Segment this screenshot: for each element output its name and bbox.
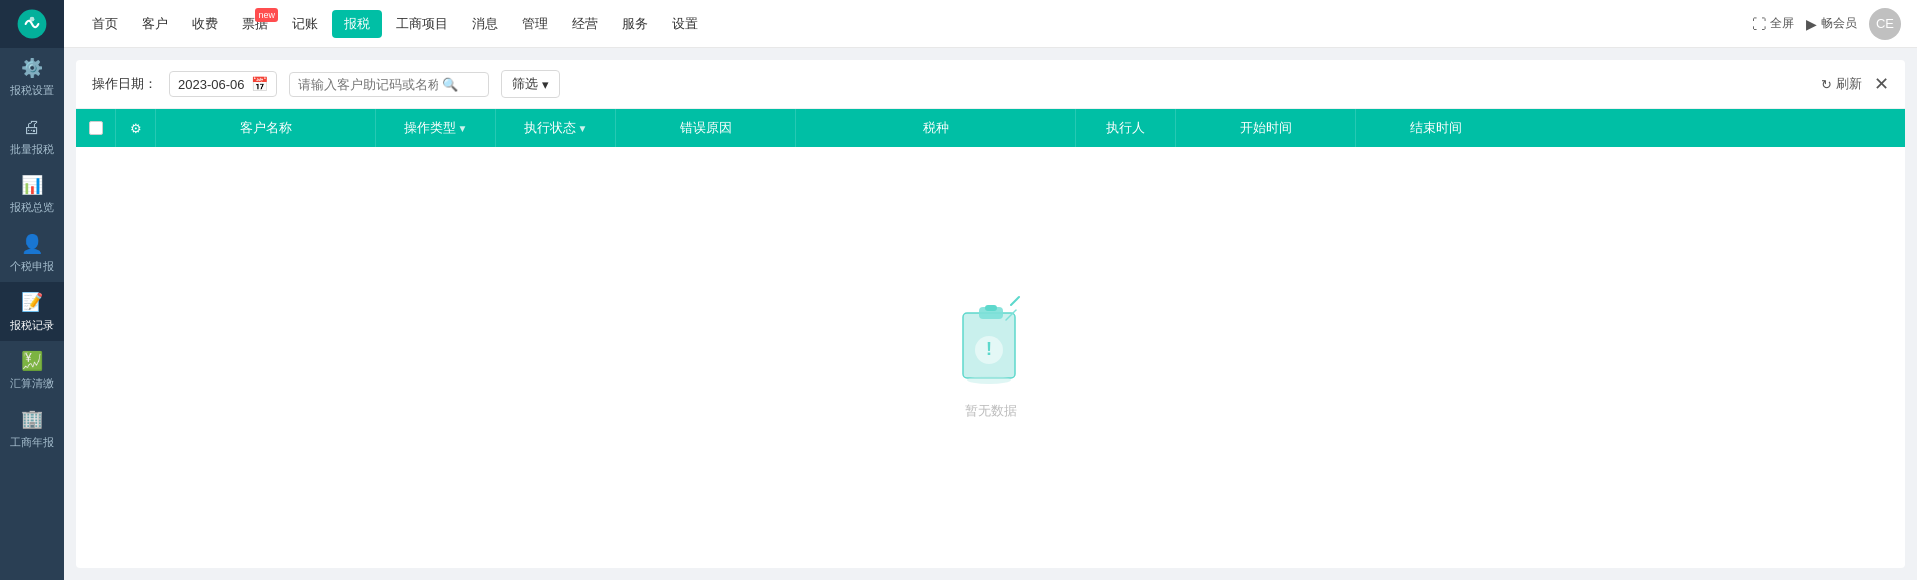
main-panel: 操作日期： 2023-06-06 📅 🔍 筛选 ▾ ↻ 刷新: [76, 60, 1905, 568]
record-icon: 📝: [21, 290, 43, 315]
nav-jizhang[interactable]: 记账: [280, 0, 330, 48]
sidebar-item-label: 汇算清缴: [10, 376, 54, 391]
refresh-icon: ↻: [1821, 77, 1832, 92]
fullscreen-icon: ⛶: [1752, 16, 1766, 32]
sidebar-item-baoshui-shezhi[interactable]: ⚙️ 报税设置: [0, 48, 64, 107]
sidebar-item-label: 批量报税: [10, 142, 54, 157]
nav-guanli[interactable]: 管理: [510, 0, 560, 48]
table-body: ! 暂无数据: [76, 147, 1905, 568]
th-error-reason: 错误原因: [616, 109, 796, 147]
search-input[interactable]: [298, 77, 438, 92]
th-settings: ⚙: [116, 109, 156, 147]
th-end-time: 结束时间: [1356, 109, 1516, 147]
th-checkbox: [76, 109, 116, 147]
building-icon: 🏢: [21, 407, 43, 432]
nav-xiaoxi[interactable]: 消息: [460, 0, 510, 48]
th-tax-type: 税种: [796, 109, 1076, 147]
member-icon: ▶: [1806, 16, 1817, 32]
sidebar: ⚙️ 报税设置 🖨 批量报税 📊 报税总览 👤 个税申报 📝 报税记录 💹 汇算…: [0, 0, 64, 580]
topnav-right: ⛶ 全屏 ▶ 畅会员 CE: [1752, 8, 1901, 40]
toolbar-right: ↻ 刷新 ✕: [1821, 75, 1889, 93]
svg-text:!: !: [986, 339, 992, 359]
calc-icon: 💹: [21, 349, 43, 374]
sidebar-item-geshui-shenbao[interactable]: 👤 个税申报: [0, 224, 64, 283]
date-label: 操作日期：: [92, 75, 157, 93]
refresh-button[interactable]: ↻ 刷新: [1821, 75, 1862, 93]
svg-point-10: [967, 376, 1011, 384]
main-area: 首页 客户 收费 票据 new 记账 报税 工商项目 消息 管理 经营: [64, 0, 1917, 580]
fullscreen-btn[interactable]: ⛶ 全屏: [1752, 15, 1794, 32]
settings-icon: ⚙️: [21, 56, 43, 81]
date-picker[interactable]: 2023-06-06 📅: [169, 71, 277, 97]
empty-illustration: !: [951, 295, 1031, 390]
svg-line-8: [1011, 297, 1019, 305]
gear-icon: ⚙: [130, 121, 142, 136]
sidebar-item-baoshui-jilu[interactable]: 📝 报税记录: [0, 282, 64, 341]
overview-icon: 📊: [21, 173, 43, 198]
sidebar-item-baoshui-zonglан[interactable]: 📊 报税总览: [0, 165, 64, 224]
filter-button[interactable]: 筛选 ▾: [501, 70, 560, 98]
chevron-down-icon: ▾: [542, 77, 549, 92]
nav-shouye[interactable]: 首页: [80, 0, 130, 48]
member-btn[interactable]: ▶ 畅会员: [1806, 15, 1857, 32]
close-button[interactable]: ✕: [1874, 75, 1889, 93]
svg-rect-5: [985, 305, 997, 311]
sidebar-item-label: 报税总览: [10, 200, 54, 215]
topnav: 首页 客户 收费 票据 new 记账 报税 工商项目 消息 管理 经营: [64, 0, 1917, 48]
nav-shoufei[interactable]: 收费: [180, 0, 230, 48]
empty-state: ! 暂无数据: [921, 265, 1061, 450]
sidebar-item-label: 个税申报: [10, 259, 54, 274]
search-icon: 🔍: [442, 77, 458, 92]
sidebar-item-label: 报税设置: [10, 83, 54, 98]
person-icon: 👤: [21, 232, 43, 257]
sidebar-item-label: 报税记录: [10, 318, 54, 333]
sidebar-item-piliang-baoshui[interactable]: 🖨 批量报税: [0, 107, 64, 166]
app-logo: [0, 0, 64, 48]
empty-text: 暂无数据: [965, 402, 1017, 420]
sort-icon: ▼: [578, 123, 588, 134]
toolbar: 操作日期： 2023-06-06 📅 🔍 筛选 ▾ ↻ 刷新: [76, 60, 1905, 109]
nav-piaoju[interactable]: 票据 new: [230, 0, 280, 48]
sidebar-item-huisuan-jiaona[interactable]: 💹 汇算清缴: [0, 341, 64, 400]
table-header: ⚙ 客户名称 操作类型 ▼ 执行状态 ▼ 错误原因 税种: [76, 109, 1905, 147]
content-area: 操作日期： 2023-06-06 📅 🔍 筛选 ▾ ↻ 刷新: [64, 48, 1917, 580]
th-executor: 执行人: [1076, 109, 1176, 147]
new-badge: new: [255, 8, 278, 22]
nav-shezhi[interactable]: 设置: [660, 0, 710, 48]
sidebar-item-label: 工商年报: [10, 435, 54, 450]
th-start-time: 开始时间: [1176, 109, 1356, 147]
nav-fuwu[interactable]: 服务: [610, 0, 660, 48]
nav-kehu[interactable]: 客户: [130, 0, 180, 48]
header-checkbox[interactable]: [89, 121, 103, 135]
nav-baoshui[interactable]: 报税: [332, 10, 382, 38]
search-box[interactable]: 🔍: [289, 72, 489, 97]
nav-gongshang-xiangmu[interactable]: 工商项目: [384, 0, 460, 48]
sidebar-item-gongshang-nianbao[interactable]: 🏢 工商年报: [0, 399, 64, 458]
svg-point-1: [30, 17, 35, 22]
th-exec-status[interactable]: 执行状态 ▼: [496, 109, 616, 147]
th-operation-type[interactable]: 操作类型 ▼: [376, 109, 496, 147]
calendar-icon: 📅: [251, 76, 268, 92]
sort-icon: ▼: [458, 123, 468, 134]
th-client-name: 客户名称: [156, 109, 376, 147]
avatar[interactable]: CE: [1869, 8, 1901, 40]
nav-jingying[interactable]: 经营: [560, 0, 610, 48]
batch-tax-icon: 🖨: [23, 115, 41, 140]
